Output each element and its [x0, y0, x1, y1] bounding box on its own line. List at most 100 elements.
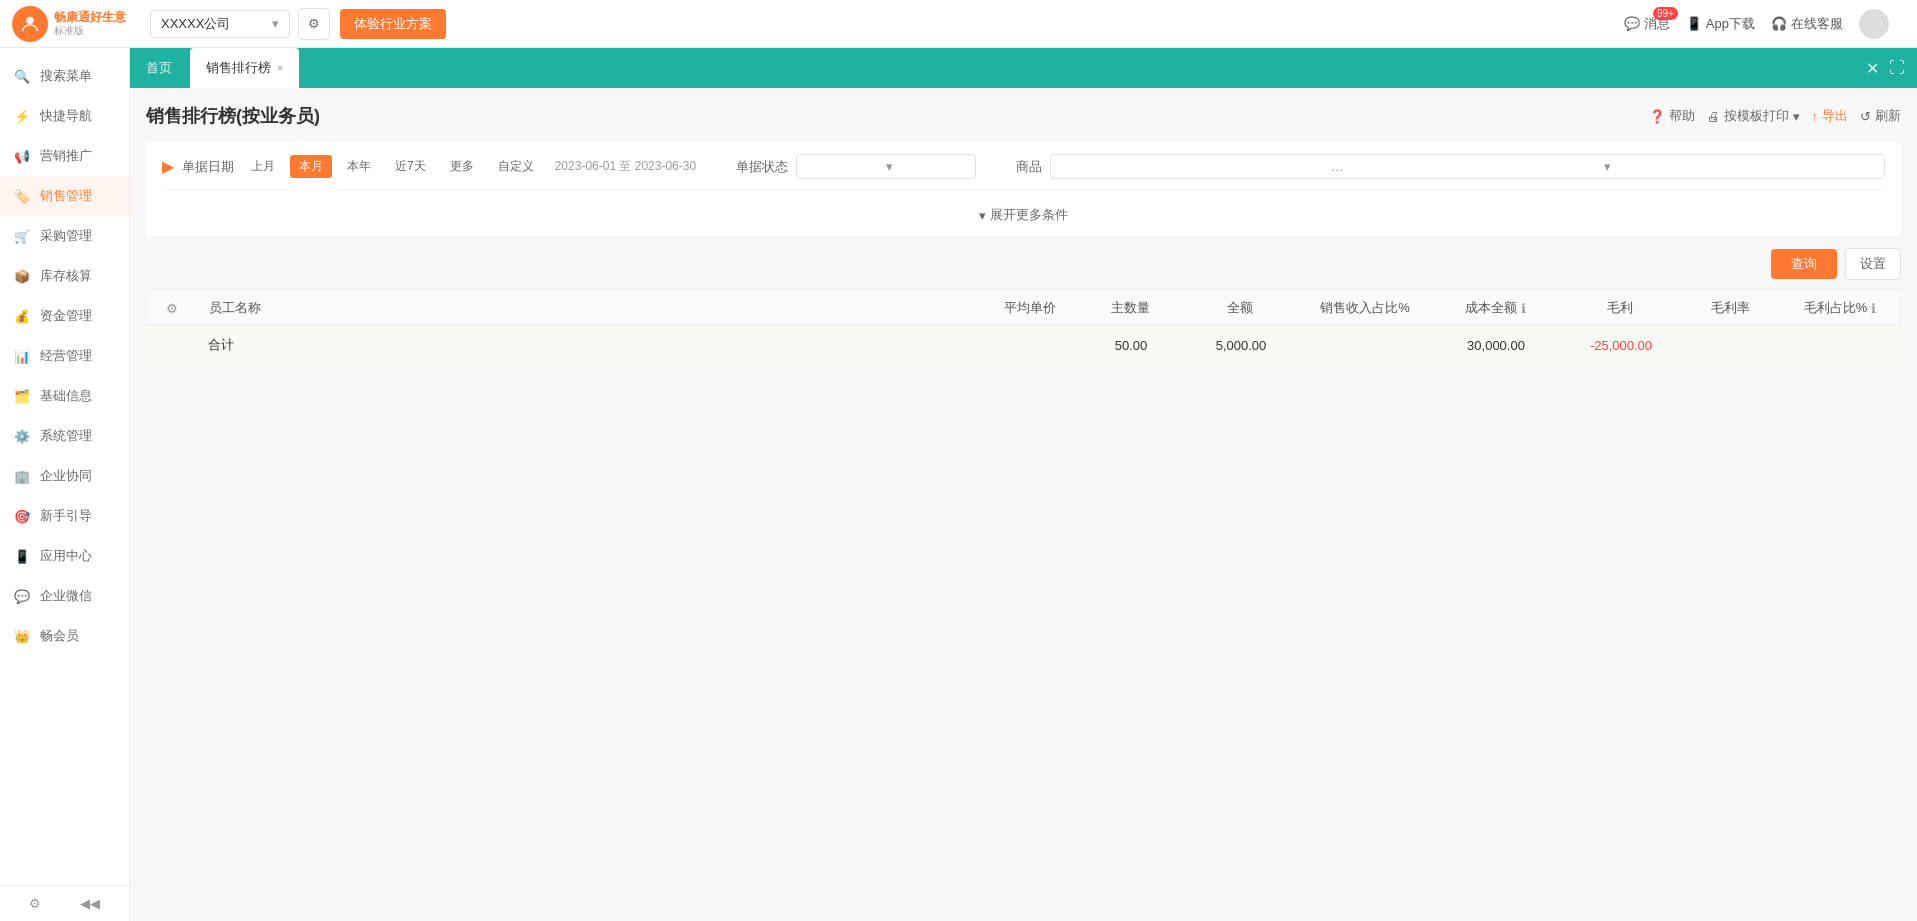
page-title: 销售排行榜(按业务员): [146, 104, 320, 128]
app-title: 畅康通好生意: [54, 10, 126, 24]
service-icon: 🎧: [1771, 16, 1787, 31]
quick-nav-icon: ⚡: [12, 106, 32, 126]
refresh-button[interactable]: ↺ 刷新: [1860, 107, 1901, 125]
sidebar-label-system: 系统管理: [40, 427, 92, 445]
profit-pct-info-icon[interactable]: ℹ: [1871, 301, 1876, 316]
sidebar-label-sales: 销售管理: [40, 187, 92, 205]
sidebar-label-enterprise: 企业协同: [40, 467, 92, 485]
logo: 畅康通好生意 标准版: [12, 6, 142, 42]
inventory-icon: 📦: [12, 266, 32, 286]
content-area: 首页 销售排行榜 × ✕ ⛶ 销售排行榜(按业务员) ❓: [130, 48, 1917, 921]
date-pill-more[interactable]: 更多: [441, 155, 483, 178]
message-button[interactable]: 💬 消息 99+: [1624, 15, 1670, 33]
tab-home[interactable]: 首页: [130, 59, 188, 77]
tab-actions: ✕ ⛶: [1866, 59, 1917, 78]
sidebar-item-inventory[interactable]: 📦 库存核算: [0, 256, 129, 296]
sidebar-item-operation[interactable]: 📊 经营管理: [0, 336, 129, 376]
status-filter-label: 单据状态: [736, 158, 788, 176]
help-button[interactable]: ❓ 帮助: [1649, 107, 1695, 125]
footer-avg-price: [981, 326, 1081, 364]
goods-dropdown-arrow: ▾: [1604, 159, 1874, 174]
th-main-qty: 主数量: [1080, 289, 1180, 327]
expand-more-area: ▾ 展开更多条件: [162, 189, 1885, 224]
settings-icon[interactable]: ⚙: [298, 8, 330, 40]
sidebar: 🔍 搜索菜单 ⚡ 快捷导航 📢 营销推广 🏷️ 销售管理 🛒 采购管: [0, 48, 130, 921]
system-icon: ⚙️: [12, 426, 32, 446]
date-filter-group: ▶ 单据日期 上月 本月 本年 近7天 更多 自定义 2023-06-01 至 …: [162, 155, 696, 178]
message-icon: 💬: [1624, 16, 1640, 31]
sidebar-item-guide[interactable]: 🎯 新手引导: [0, 496, 129, 536]
sidebar-label-finance: 资金管理: [40, 307, 92, 325]
refresh-label: 刷新: [1875, 107, 1901, 125]
status-dropdown[interactable]: ▾: [796, 154, 976, 179]
company-selector[interactable]: XXXXX公司 ▾: [150, 10, 290, 38]
online-service-button[interactable]: 🎧 在线客服: [1771, 15, 1843, 33]
sidebar-item-basic[interactable]: 🗂️ 基础信息: [0, 376, 129, 416]
sidebar-item-system[interactable]: ⚙️ 系统管理: [0, 416, 129, 456]
appstore-icon: 📱: [12, 546, 32, 566]
sidebar-item-sales[interactable]: 🏷️ 销售管理: [0, 176, 129, 216]
sidebar-label-guide: 新手引导: [40, 507, 92, 525]
print-button[interactable]: 🖨 按模板打印 ▾: [1707, 107, 1800, 125]
th-settings[interactable]: ⚙: [147, 289, 197, 327]
finance-icon: 💰: [12, 306, 32, 326]
sidebar-item-search[interactable]: 🔍 搜索菜单: [0, 56, 129, 96]
user-avatar[interactable]: [1859, 9, 1889, 39]
footer-sales-pct: [1301, 326, 1431, 364]
th-avg-price: 平均单价: [980, 289, 1080, 327]
date-pill-this-month[interactable]: 本月: [290, 155, 332, 178]
print-dropdown-icon[interactable]: ▾: [1793, 109, 1800, 124]
footer-profit: -25,000.00: [1561, 326, 1681, 364]
th-sales-pct: 销售收入占比%: [1300, 289, 1430, 327]
sidebar-settings-icon[interactable]: ⚙: [29, 896, 41, 911]
online-service-label: 在线客服: [1791, 15, 1843, 33]
sidebar-collapse-icon[interactable]: ◀◀: [80, 896, 100, 911]
tab-minimize-icon[interactable]: ✕: [1866, 59, 1879, 78]
expand-more-button[interactable]: ▾ 展开更多条件: [979, 206, 1068, 224]
th-amount: 全额: [1180, 289, 1300, 327]
footer-profit-pct: [1781, 326, 1901, 364]
sidebar-item-member[interactable]: 👑 畅会员: [0, 616, 129, 656]
goods-dropdown[interactable]: … ▾: [1050, 154, 1885, 179]
enterprise-icon: 🏢: [12, 466, 32, 486]
purchase-icon: 🛒: [12, 226, 32, 246]
date-pill-custom[interactable]: 自定义: [489, 155, 543, 178]
page-header: 销售排行榜(按业务员) ❓ 帮助 🖨 按模板打印 ▾ ↑: [146, 104, 1901, 128]
export-icon: ↑: [1812, 109, 1819, 124]
logo-icon: [12, 6, 48, 42]
date-pill-last-month[interactable]: 上月: [242, 155, 284, 178]
filter-expand-icon[interactable]: ▶: [162, 157, 174, 176]
sidebar-bottom: ⚙ ◀◀: [0, 885, 129, 921]
sidebar-label-purchase: 采购管理: [40, 227, 92, 245]
wechat-icon: 💬: [12, 586, 32, 606]
date-pill-7days[interactable]: 近7天: [386, 155, 435, 178]
sidebar-label-basic: 基础信息: [40, 387, 92, 405]
tab-expand-icon[interactable]: ⛶: [1889, 59, 1905, 77]
sidebar-item-enterprise[interactable]: 🏢 企业协同: [0, 456, 129, 496]
footer-amount: 5,000.00: [1181, 326, 1301, 364]
trial-button[interactable]: 体验行业方案: [340, 9, 446, 39]
sidebar-item-quick-nav[interactable]: ⚡ 快捷导航: [0, 96, 129, 136]
sidebar-item-marketing[interactable]: 📢 营销推广: [0, 136, 129, 176]
sidebar-item-finance[interactable]: 💰 资金管理: [0, 296, 129, 336]
footer-profit-rate: [1681, 326, 1781, 364]
app-download-button[interactable]: 📱 App下载: [1686, 15, 1755, 33]
cost-info-icon[interactable]: ℹ: [1521, 301, 1526, 316]
th-cost: 成本全额 ℹ: [1430, 289, 1560, 327]
column-settings-button[interactable]: 设置: [1845, 248, 1901, 280]
member-icon: 👑: [12, 626, 32, 646]
sidebar-item-purchase[interactable]: 🛒 采购管理: [0, 216, 129, 256]
query-button[interactable]: 查询: [1771, 249, 1837, 279]
tab-sales-ranking[interactable]: 销售排行榜 ×: [190, 48, 299, 88]
tab-close-icon[interactable]: ×: [277, 62, 283, 74]
sidebar-item-wechat[interactable]: 💬 企业微信: [0, 576, 129, 616]
basic-icon: 🗂️: [12, 386, 32, 406]
sidebar-item-appstore[interactable]: 📱 应用中心: [0, 536, 129, 576]
th-profit-rate: 毛利率: [1680, 289, 1780, 327]
status-dropdown-arrow: ▾: [886, 159, 965, 174]
sidebar-label-search: 搜索菜单: [40, 67, 92, 85]
date-pill-this-year[interactable]: 本年: [338, 155, 380, 178]
table-container: ⚙ 员工名称 平均单价 主数量 全额 销售收入占比% 成本全额 ℹ 毛利 毛利率: [146, 288, 1901, 364]
export-button[interactable]: ↑ 导出: [1812, 107, 1849, 125]
help-label: 帮助: [1669, 107, 1695, 125]
